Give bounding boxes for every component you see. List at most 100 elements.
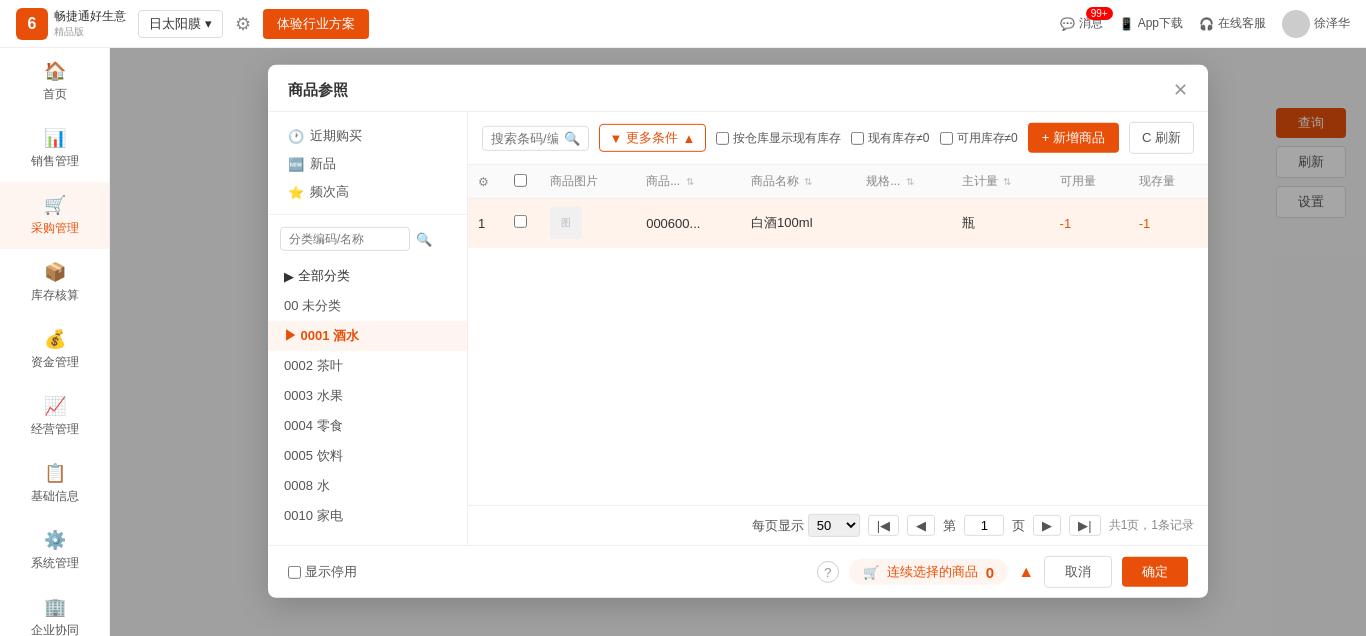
category-item-4[interactable]: 0004 零食 xyxy=(268,411,467,441)
col-code[interactable]: 商品... ⇅ xyxy=(636,165,741,199)
available-stock-checkbox-label[interactable]: 可用库存≠0 xyxy=(940,129,1018,146)
table-row[interactable]: 1 图 000600... 白酒100ml 瓶 -1 -1 xyxy=(468,198,1208,247)
modal-close-button[interactable]: ✕ xyxy=(1173,79,1188,101)
category-item-5[interactable]: 0005 饮料 xyxy=(268,441,467,471)
cancel-button[interactable]: 取消 xyxy=(1044,556,1112,588)
cart-count: 0 xyxy=(986,563,994,580)
user-avatar-item[interactable]: 徐泽华 xyxy=(1282,10,1350,38)
more-filter-button[interactable]: ▼ 更多条件 ▲ xyxy=(599,124,707,152)
sidebar-label-operations: 经营管理 xyxy=(31,421,79,438)
cat-1-label: ▶ 0001 酒水 xyxy=(284,327,359,345)
search-icon[interactable]: 🔍 xyxy=(564,130,580,145)
message-badge: 99+ xyxy=(1086,7,1113,20)
sidebar-item-enterprise[interactable]: 🏢 企业协同 xyxy=(0,584,109,636)
sidebar-item-finance[interactable]: 💰 资金管理 xyxy=(0,316,109,383)
settings-col-icon[interactable]: ⚙ xyxy=(478,174,489,188)
new-label: 新品 xyxy=(310,155,336,173)
row-index: 1 xyxy=(468,198,504,247)
warehouse-stock-checkbox[interactable] xyxy=(716,131,729,144)
sidebar-item-inventory[interactable]: 📦 库存核算 xyxy=(0,249,109,316)
prev-page-button[interactable]: ◀ xyxy=(907,515,935,536)
headset-icon: 🎧 xyxy=(1199,17,1214,31)
app-download-item[interactable]: 📱 App下载 xyxy=(1119,15,1183,32)
sidebar-item-system[interactable]: ⚙️ 系统管理 xyxy=(0,517,109,584)
sidebar-label-inventory: 库存核算 xyxy=(31,287,79,304)
confirm-button[interactable]: 确定 xyxy=(1122,557,1188,587)
app-label: App下载 xyxy=(1138,15,1183,32)
sidebar-item-basic-info[interactable]: 📋 基础信息 xyxy=(0,450,109,517)
page-label: 第 xyxy=(943,516,956,534)
frequent-link[interactable]: ⭐ 频次高 xyxy=(280,178,455,206)
category-search-icon[interactable]: 🔍 xyxy=(416,231,432,246)
col-name[interactable]: 商品名称 ⇅ xyxy=(741,165,856,199)
col-stock[interactable]: 现存量 xyxy=(1129,165,1208,199)
logo-text: 畅捷通好生意 精品版 xyxy=(54,8,126,39)
current-stock-checkbox[interactable] xyxy=(851,131,864,144)
cart-label: 连续选择的商品 xyxy=(887,563,978,581)
pagination-area: 每页显示 50100200 |◀ ◀ 第 页 ▶ ▶| 共1页，1条记录 xyxy=(468,505,1208,545)
new-products-link[interactable]: 🆕 新品 xyxy=(280,150,455,178)
category-list: ▶ 全部分类 00 未分类 ▶ 0001 酒水 0002 茶叶 0003 水果 xyxy=(268,257,467,535)
filter-icon: ▼ xyxy=(610,130,623,145)
customer-service-item[interactable]: 🎧 在线客服 xyxy=(1199,15,1266,32)
category-item-3[interactable]: 0003 水果 xyxy=(268,381,467,411)
show-disabled-checkbox[interactable] xyxy=(288,565,301,578)
page-total-info: 共1页，1条记录 xyxy=(1109,517,1194,534)
product-table: ⚙ 商品图片 商品... ⇅ xyxy=(468,165,1208,248)
modal-body: 🕐 近期购买 🆕 新品 ⭐ 频次高 🔍 xyxy=(268,112,1208,545)
first-page-button[interactable]: |◀ xyxy=(868,515,899,536)
all-categories-link[interactable]: ▶ 全部分类 xyxy=(268,261,467,291)
category-item-2[interactable]: 0002 茶叶 xyxy=(268,351,467,381)
sales-icon: 📊 xyxy=(44,127,66,149)
col-available[interactable]: 可用量 xyxy=(1050,165,1129,199)
category-search-input[interactable] xyxy=(280,227,410,251)
available-stock-checkbox[interactable] xyxy=(940,131,953,144)
per-page-select[interactable]: 50100200 xyxy=(808,514,860,537)
help-icon[interactable]: ? xyxy=(817,561,839,583)
message-icon-item[interactable]: 💬 消息 99+ xyxy=(1060,15,1103,32)
modal-footer: 显示停用 ? 🛒 连续选择的商品 0 ▲ 取消 确定 xyxy=(268,545,1208,598)
sidebar-label-system: 系统管理 xyxy=(31,555,79,572)
warehouse-stock-checkbox-label[interactable]: 按仓库显示现有库存 xyxy=(716,129,841,146)
recent-purchase-link[interactable]: 🕐 近期购买 xyxy=(280,122,455,150)
all-label: 全部分类 xyxy=(298,267,350,285)
page-number-input[interactable] xyxy=(964,515,1004,536)
category-item-0[interactable]: 00 未分类 xyxy=(268,291,467,321)
cart-area[interactable]: 🛒 连续选择的商品 0 xyxy=(849,559,1008,585)
current-stock-checkbox-label[interactable]: 现有库存≠0 xyxy=(851,129,929,146)
select-all-checkbox[interactable] xyxy=(514,173,527,186)
sidebar-label-sales: 销售管理 xyxy=(31,153,79,170)
trial-button[interactable]: 体验行业方案 xyxy=(263,9,369,39)
product-search-toolbar: 🔍 ▼ 更多条件 ▲ 按仓库显示现有库存 现有库存≠0 xyxy=(468,112,1208,165)
product-available: -1 xyxy=(1050,198,1129,247)
logo-icon: 6 xyxy=(16,8,48,40)
new-icon: 🆕 xyxy=(288,156,304,171)
sidebar-item-purchase[interactable]: 🛒 采购管理 xyxy=(0,182,109,249)
cat-2-label: 0002 茶叶 xyxy=(284,357,343,375)
add-product-button[interactable]: + 新增商品 xyxy=(1028,123,1119,153)
sidebar: 🏠 首页 📊 销售管理 🛒 采购管理 📦 库存核算 💰 资金管理 📈 经营管理 … xyxy=(0,48,110,636)
row-checkbox[interactable] xyxy=(514,215,527,228)
sidebar-item-sales[interactable]: 📊 销售管理 xyxy=(0,115,109,182)
footer-right-area: ? 🛒 连续选择的商品 0 ▲ 取消 确定 xyxy=(817,556,1188,588)
right-panel: 🔍 ▼ 更多条件 ▲ 按仓库显示现有库存 现有库存≠0 xyxy=(468,112,1208,545)
store-selector[interactable]: 日太阳膜 ▾ xyxy=(138,10,223,38)
sidebar-item-home[interactable]: 🏠 首页 xyxy=(0,48,109,115)
collapse-up-icon[interactable]: ▲ xyxy=(1018,563,1034,581)
sidebar-label-home: 首页 xyxy=(43,86,67,103)
col-unit[interactable]: 主计量 ⇅ xyxy=(952,165,1050,199)
sidebar-item-operations[interactable]: 📈 经营管理 xyxy=(0,383,109,450)
category-item-6[interactable]: 0008 水 xyxy=(268,471,467,501)
next-page-button[interactable]: ▶ xyxy=(1033,515,1061,536)
col-spec[interactable]: 规格... ⇅ xyxy=(856,165,951,199)
show-disabled-text: 显示停用 xyxy=(305,563,357,581)
refresh-button[interactable]: C 刷新 xyxy=(1129,122,1194,154)
gear-icon[interactable]: ⚙ xyxy=(235,13,251,35)
page-size-selector: 每页显示 50100200 xyxy=(752,514,860,537)
category-item-7[interactable]: 0010 家电 xyxy=(268,501,467,531)
main-area: 查询 刷新 设置 商品参照 ✕ 🕐 近期购买 🆕 新品 xyxy=(110,48,1366,636)
category-item-1[interactable]: ▶ 0001 酒水 xyxy=(268,321,467,351)
show-disabled-label[interactable]: 显示停用 xyxy=(288,563,357,581)
product-search-input[interactable] xyxy=(491,130,558,145)
last-page-button[interactable]: ▶| xyxy=(1069,515,1100,536)
